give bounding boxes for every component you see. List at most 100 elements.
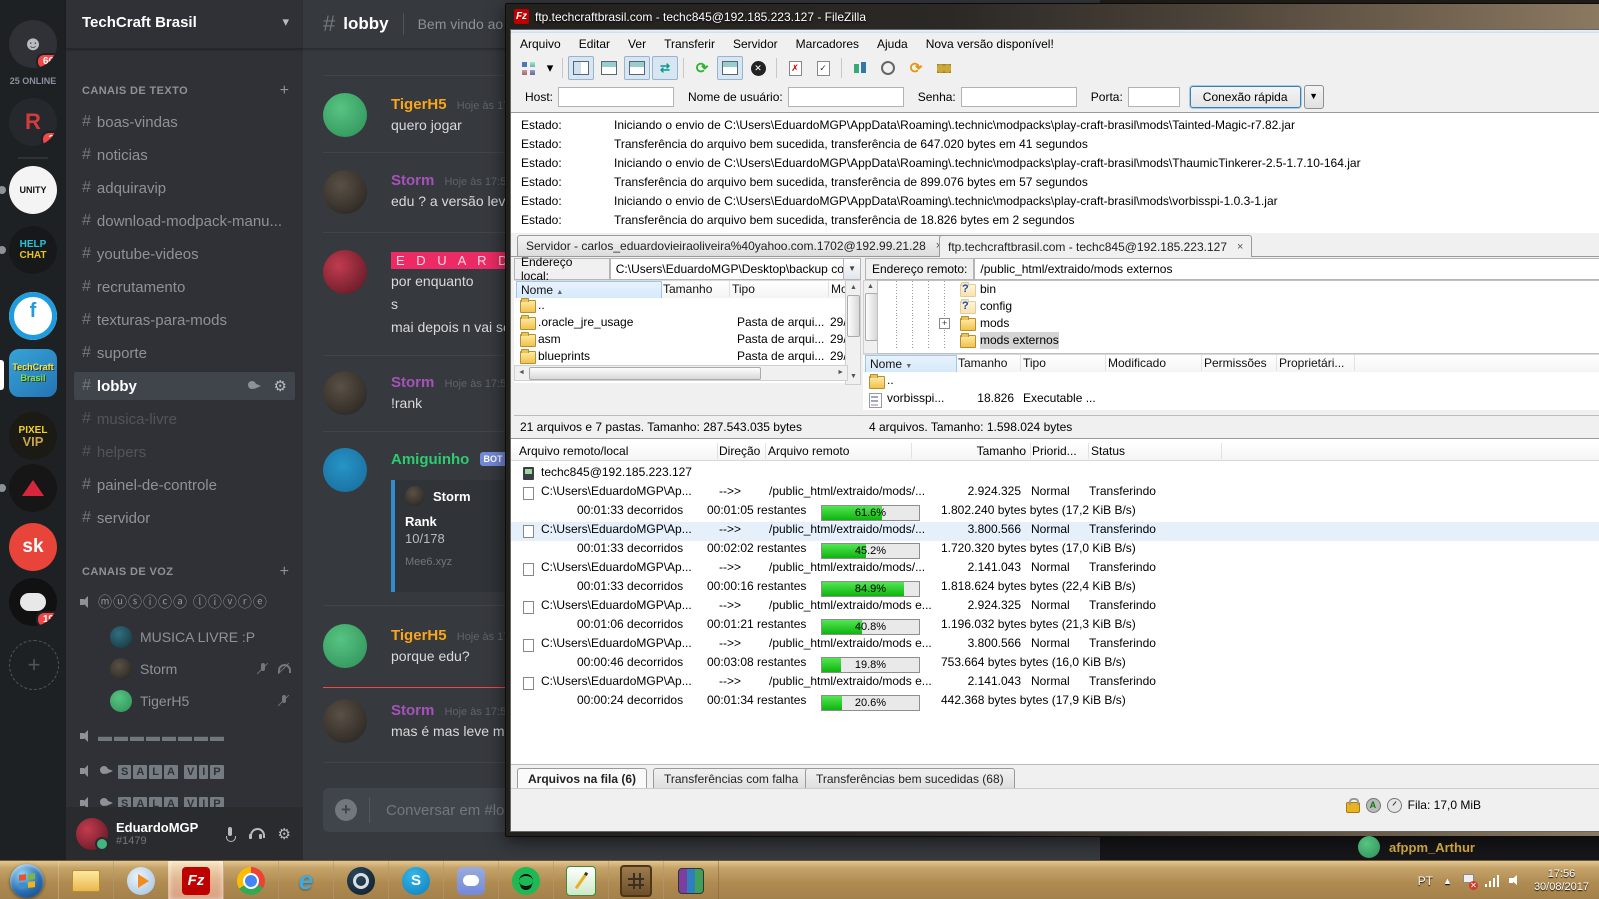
channel-item[interactable]: painel-de-controle ⚙: [74, 471, 295, 499]
taskbar-spotify[interactable]: [498, 861, 554, 899]
voice-member[interactable]: Storm: [110, 658, 291, 680]
column-header[interactable]: Tamanho: [659, 281, 730, 297]
avatar[interactable]: [323, 170, 367, 214]
reconnect-icon[interactable]: ✓: [810, 56, 836, 80]
tree-node[interactable]: ? mods externos: [878, 332, 1599, 349]
taskbar-skype[interactable]: S: [388, 861, 444, 899]
menu-item[interactable]: Nova versão disponível!: [917, 35, 1063, 53]
volume-icon[interactable]: [1508, 874, 1524, 887]
port-input[interactable]: [1127, 87, 1180, 107]
avatar[interactable]: [323, 699, 367, 743]
column-header[interactable]: Tamanho: [910, 443, 1031, 459]
taskbar-notepad[interactable]: [553, 861, 609, 899]
channel-item[interactable]: servidor ⚙: [74, 504, 295, 532]
queue-server-row[interactable]: techc845@192.185.223.127: [511, 465, 1599, 484]
channel-item[interactable]: helpers ⚙: [74, 438, 295, 466]
connection-tab-active[interactable]: ftp.techcraftbrasil.com - techc845@192.1…: [939, 235, 1252, 257]
voice-member[interactable]: TigerH5: [110, 690, 290, 712]
password-input[interactable]: [960, 87, 1077, 107]
file-row[interactable]: asm Pasta de arqui... 29/0: [514, 332, 846, 349]
action-center-icon[interactable]: [1462, 874, 1478, 890]
column-header[interactable]: Direção: [715, 443, 766, 459]
toggle-log-icon[interactable]: [568, 56, 594, 80]
avatar[interactable]: [323, 624, 367, 668]
column-header[interactable]: Modificado: [1104, 355, 1202, 371]
combo-arrow-icon[interactable]: ▼: [844, 258, 861, 280]
filezilla-titlebar[interactable]: Fz ftp.techcraftbrasil.com - techc845@19…: [506, 4, 1599, 29]
site-manager-icon[interactable]: [515, 56, 541, 80]
headphones-icon[interactable]: [248, 827, 265, 840]
filter-icon[interactable]: [875, 56, 901, 80]
tree-node[interactable]: ? config: [878, 298, 1599, 315]
column-header[interactable]: Nome ▼: [865, 355, 957, 373]
local-address-value[interactable]: C:\Users\EduardoMGP\Desktop\backup cor: [609, 258, 845, 280]
remote-address-value[interactable]: /public_html/extraido/mods externos: [974, 258, 1599, 280]
language-indicator[interactable]: PT: [1418, 874, 1433, 888]
queue-transfer[interactable]: C:\Users\EduardoMGP\Ap... -->> /public_h…: [511, 674, 1599, 712]
column-header[interactable]: Status: [1087, 443, 1222, 459]
file-row[interactable]: vorbisspi... 18.826 Executable ...: [863, 391, 1599, 408]
disconnect-icon[interactable]: ✗: [782, 56, 808, 80]
channel-item[interactable]: download-modpack-manu... ⚙: [74, 207, 295, 235]
taskbar-chrome[interactable]: [223, 861, 279, 899]
tab-successful-transfers[interactable]: Transferências bem sucedidas (68): [805, 768, 1015, 790]
column-header[interactable]: Permissões: [1200, 355, 1277, 371]
clock[interactable]: 17:56 30/08/2017: [1534, 868, 1589, 894]
taskbar-explorer[interactable]: [58, 861, 114, 899]
server-icon-helpchat[interactable]: HELP CHAT: [9, 226, 57, 274]
username-input[interactable]: [787, 87, 904, 107]
channel-settings-icon[interactable]: ⚙: [274, 377, 287, 395]
column-header[interactable]: Arquivo remoto: [764, 443, 912, 459]
channel-item[interactable]: texturas-para-mods ⚙: [74, 306, 295, 334]
tree-node[interactable]: ? bin: [878, 281, 1599, 298]
start-button[interactable]: [4, 863, 50, 898]
user-settings-icon[interactable]: ⚙: [278, 825, 291, 843]
channel-item[interactable]: adquiravip ⚙: [74, 174, 295, 202]
menu-item[interactable]: Ajuda: [868, 35, 917, 53]
column-header[interactable]: Tipo: [1019, 355, 1106, 371]
queue-transfer[interactable]: C:\Users\EduardoMGP\Ap... -->> /public_h…: [511, 560, 1599, 598]
queue-transfer[interactable]: C:\Users\EduardoMGP\Ap... -->> /public_h…: [511, 484, 1599, 522]
menu-item[interactable]: Servidor: [724, 35, 787, 53]
server-header[interactable]: TechCraft Brasil ▾: [66, 0, 303, 49]
queue-transfer[interactable]: C:\Users\EduardoMGP\Ap... -->> /public_h…: [511, 522, 1599, 560]
voice-channel-sala-vip-1[interactable]: SALA VIP: [80, 762, 226, 779]
column-header[interactable]: Proprietári...: [1275, 355, 1355, 371]
discord-notification[interactable]: afppm_Arthur: [1358, 834, 1475, 860]
server-icon-unity[interactable]: UNITY: [9, 166, 57, 214]
add-server-button[interactable]: +: [9, 640, 59, 690]
local-horizontal-scrollbar[interactable]: ◄ ►: [514, 365, 848, 381]
queue-transfer[interactable]: C:\Users\EduardoMGP\Ap... -->> /public_h…: [511, 636, 1599, 674]
channel-item[interactable]: musica-livre ⚙: [74, 405, 295, 433]
tray-expand-icon[interactable]: ▲: [1443, 876, 1452, 886]
site-manager-dropdown[interactable]: ▾: [543, 56, 557, 80]
column-header[interactable]: Tamanho: [954, 355, 1021, 371]
file-row[interactable]: ..: [863, 373, 1599, 390]
channel-item[interactable]: youtube-videos ⚙: [74, 240, 295, 268]
tab-failed-transfers[interactable]: Transferências com falha: [653, 768, 810, 790]
synchronized-browsing-icon[interactable]: ⟳: [903, 56, 929, 80]
tab-queued-files[interactable]: Arquivos na fila (6): [517, 768, 648, 790]
tree-node[interactable]: + ? mods: [878, 315, 1599, 332]
taskbar-winrar[interactable]: [663, 861, 719, 899]
toggle-queue-icon[interactable]: ⇄: [652, 56, 678, 80]
server-icon-discord-app[interactable]: 19: [9, 578, 57, 626]
connection-tab[interactable]: Servidor - carlos_eduardovieiraoliveira%…: [517, 235, 950, 256]
server-icon-pixelvip[interactable]: PIXEL VIP: [9, 412, 57, 460]
avatar[interactable]: [323, 448, 367, 492]
taskbar-internet-explorer[interactable]: e: [278, 861, 334, 899]
menu-item[interactable]: Marcadores: [787, 35, 868, 53]
channel-item[interactable]: recrutamento ⚙: [74, 273, 295, 301]
server-icon-sk[interactable]: sk: [9, 523, 57, 571]
taskbar-discord[interactable]: [443, 861, 499, 899]
process-queue-icon[interactable]: [717, 56, 743, 80]
menu-item[interactable]: Arquivo: [511, 35, 570, 53]
cancel-operation-icon[interactable]: ✕: [745, 56, 771, 80]
channel-item[interactable]: noticias ⚙: [74, 141, 295, 169]
refresh-icon[interactable]: ⟳: [689, 56, 715, 80]
voice-member[interactable]: MUSICA LIVRE :P: [110, 626, 255, 648]
column-header[interactable]: Arquivo remoto/local: [515, 443, 718, 459]
menu-item[interactable]: Editar: [570, 35, 619, 53]
queue-transfer[interactable]: C:\Users\EduardoMGP\Ap... -->> /public_h…: [511, 598, 1599, 636]
invite-user-icon[interactable]: [247, 381, 262, 391]
